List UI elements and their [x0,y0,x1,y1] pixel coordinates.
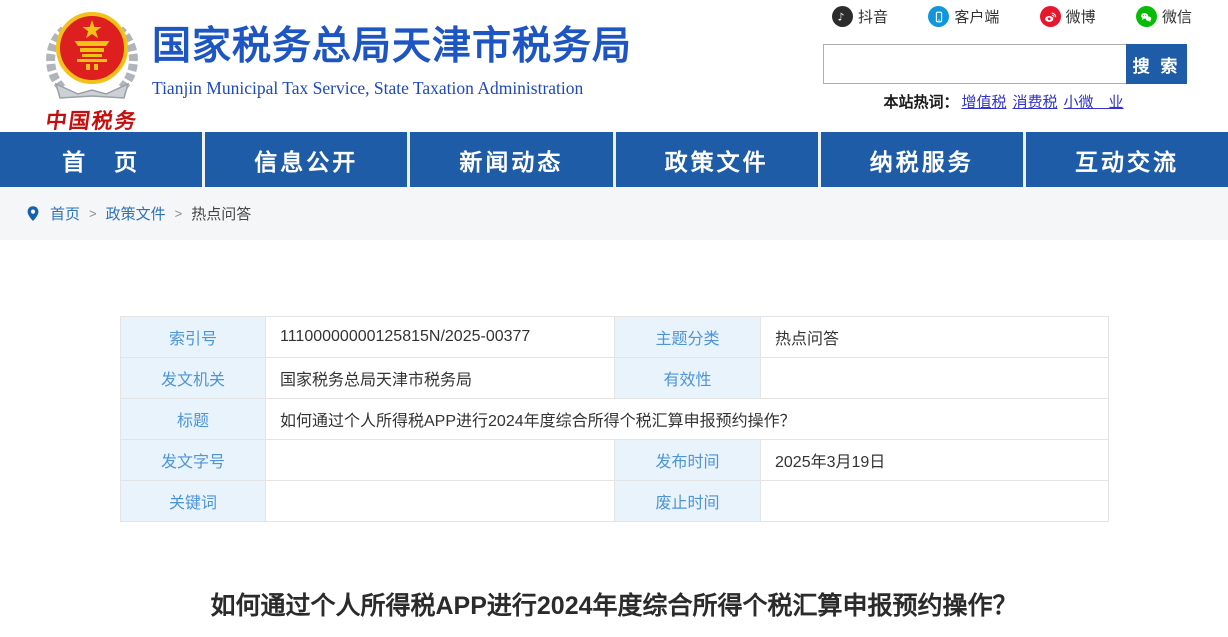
search-button[interactable]: 搜 索 [1126,44,1187,84]
social-link-weibo[interactable]: 微博 [1040,6,1096,27]
site-titles: 国家税务总局天津市税务局 Tianjin Municipal Tax Servi… [152,26,632,99]
field-value-repeal-date [761,481,1109,522]
field-value-index-number: 11100000000125815N/2025-00377 [266,317,615,358]
table-row: 发文机关 国家税务总局天津市税务局 有效性 [121,358,1109,399]
breadcrumb-home-link[interactable]: 首页 [50,203,80,224]
field-value-topic-category: 热点问答 [761,317,1109,358]
hotword-link-vat[interactable]: 增值税 [961,94,1006,111]
breadcrumb-separator: > [89,206,97,221]
nav-item-policy-documents[interactable]: 政策文件 [613,132,818,187]
hotword-link-consumption-tax[interactable]: 消费税 [1013,94,1058,111]
site-subtitle: Tianjin Municipal Tax Service, State Tax… [152,78,632,99]
site-search: 搜 索 [823,44,1187,84]
nav-item-home[interactable]: 首 页 [0,132,202,187]
nav-item-news[interactable]: 新闻动态 [407,132,612,187]
location-pin-icon [25,205,41,223]
hotword-link-small-business[interactable]: 小微 业 [1064,94,1124,111]
field-label-repeal-date: 废止时间 [615,481,761,522]
field-value-validity [761,358,1109,399]
social-label: 微博 [1066,6,1096,27]
social-link-wechat[interactable]: 微信 [1136,6,1192,27]
site-title: 国家税务总局天津市税务局 [152,26,632,69]
site-header: 中国税务 国家税务总局天津市税务局 Tianjin Municipal Tax … [0,0,1228,132]
wechat-icon [1136,6,1157,27]
hotwords-bar: 本站热词：增值税消费税小微 业 [823,91,1187,112]
social-label: 微信 [1162,6,1192,27]
field-label-document-number: 发文字号 [121,440,266,481]
main-nav: 首 页 信息公开 新闻动态 政策文件 纳税服务 互动交流 [0,132,1228,187]
field-label-title: 标题 [121,399,266,440]
table-row: 关键词 废止时间 [121,481,1109,522]
nav-item-interaction[interactable]: 互动交流 [1023,132,1228,187]
social-links: ♪ 抖音 客户端 [832,6,1192,27]
tax-emblem-icon [40,4,144,102]
page: 中国税务 国家税务总局天津市税务局 Tianjin Municipal Tax … [0,0,1228,637]
field-value-title: 如何通过个人所得税APP进行2024年度综合所得个税汇算申报预约操作？ [266,399,1109,440]
weibo-icon [1040,6,1061,27]
field-label-index-number: 索引号 [121,317,266,358]
doc-info-table: 索引号 11100000000125815N/2025-00377 主题分类 热… [120,316,1109,522]
site-logo[interactable]: 中国税务 [38,4,146,135]
hotwords-prefix: 本站热词： [883,94,958,111]
field-value-document-number [266,440,615,481]
field-value-issuing-agency: 国家税务总局天津市税务局 [266,358,615,399]
table-row: 标题 如何通过个人所得税APP进行2024年度综合所得个税汇算申报预约操作？ [121,399,1109,440]
table-row: 索引号 11100000000125815N/2025-00377 主题分类 热… [121,317,1109,358]
breadcrumb-separator: > [175,206,183,221]
field-label-topic-category: 主题分类 [615,317,761,358]
field-value-keywords [266,481,615,522]
breadcrumb-current: 热点问答 [191,203,251,224]
social-link-douyin[interactable]: ♪ 抖音 [832,6,888,27]
table-row: 发文字号 发布时间 2025年3月19日 [121,440,1109,481]
breadcrumb-section-link[interactable]: 政策文件 [106,203,166,224]
nav-item-info-disclosure[interactable]: 信息公开 [202,132,407,187]
field-label-keywords: 关键词 [121,481,266,522]
social-label: 抖音 [858,6,888,27]
article-title: 如何通过个人所得税APP进行2024年度综合所得个税汇算申报预约操作？ [120,586,1108,622]
logo-caption: 中国税务 [36,105,148,135]
search-input[interactable] [823,44,1126,84]
nav-item-tax-services[interactable]: 纳税服务 [818,132,1023,187]
mobile-client-icon [928,6,949,27]
document-content: 索引号 11100000000125815N/2025-00377 主题分类 热… [0,316,1228,622]
field-label-issuing-agency: 发文机关 [121,358,266,399]
field-value-publish-date: 2025年3月19日 [761,440,1109,481]
social-link-client[interactable]: 客户端 [928,6,999,27]
breadcrumb: 首页 > 政策文件 > 热点问答 [0,187,1228,240]
douyin-icon: ♪ [832,6,853,27]
social-label: 客户端 [954,6,999,27]
field-label-validity: 有效性 [615,358,761,399]
svg-text:♪: ♪ [838,12,845,23]
field-label-publish-date: 发布时间 [615,440,761,481]
